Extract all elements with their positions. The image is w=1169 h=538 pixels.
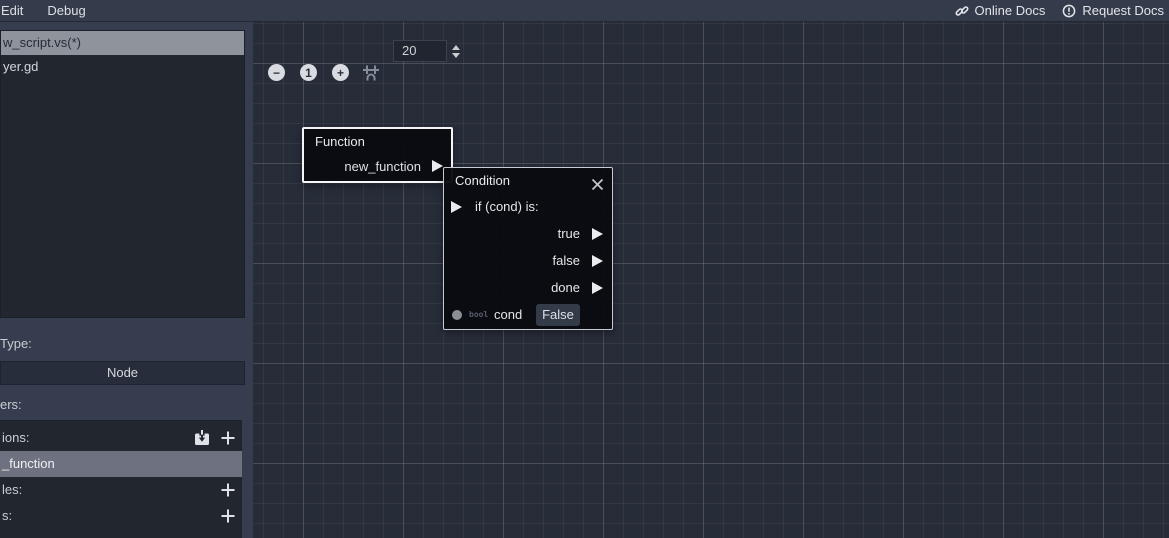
functions-actions (194, 425, 236, 451)
signals-actions (220, 503, 236, 529)
zoom-reset-button[interactable]: 1 (300, 64, 317, 81)
snap-value-input[interactable]: 20 (393, 40, 447, 62)
sidebar: w_script.vs(*) yer.gd Type: Node ers: io… (0, 22, 253, 538)
functions-label: ions: (2, 430, 30, 445)
online-docs-label: Online Docs (974, 2, 1046, 18)
tree-row-new-function[interactable]: _function (0, 451, 242, 477)
condition-node-header: Condition (444, 168, 612, 193)
add-function-icon[interactable] (220, 430, 236, 446)
menubar: Edit Debug Online Docs Request Docs (0, 0, 1169, 22)
menu-edit[interactable]: Edit (0, 0, 35, 22)
link-icon (954, 3, 970, 19)
members-tree: ions: _function les: s: (0, 420, 242, 538)
request-docs-button[interactable]: Request Docs (1061, 0, 1164, 22)
script-item-active[interactable]: w_script.vs(*) (1, 31, 244, 55)
spin-down-icon[interactable] (452, 52, 460, 58)
sequence-wire (441, 163, 453, 206)
input-name-label: cond (494, 307, 523, 322)
base-type-label: Type: (0, 336, 32, 351)
script-list: w_script.vs(*) yer.gd (0, 30, 245, 318)
condition-node[interactable]: Condition if (cond) is: true false done … (443, 167, 613, 330)
visual-script-editor: Edit Debug Online Docs Request Docs w_sc… (0, 0, 1169, 538)
menu-right: Online Docs Request Docs (954, 0, 1169, 22)
sequence-out-port[interactable] (592, 227, 603, 240)
function-output-label: new_function (344, 158, 421, 174)
variables-actions (220, 477, 236, 503)
graph-toolbar: − 1 + 20 (253, 22, 1169, 81)
zoom-out-button[interactable]: − (268, 64, 285, 81)
condition-seq-in-row: if (cond) is: (444, 193, 612, 220)
spin-up-icon[interactable] (452, 44, 460, 50)
tree-row-functions[interactable]: ions: (0, 425, 242, 451)
out-true-label: true (557, 226, 580, 241)
tree-row-variables[interactable]: les: (0, 477, 242, 503)
condition-out-false-row: false (444, 247, 612, 274)
add-variable-icon[interactable] (220, 482, 236, 498)
menu-debug[interactable]: Debug (35, 0, 97, 22)
bool-type-icon: bool (469, 310, 489, 319)
zoom-in-button[interactable]: + (332, 64, 349, 81)
online-docs-button[interactable]: Online Docs (954, 0, 1046, 22)
condition-out-true-row: true (444, 220, 612, 247)
function-name-label: _function (2, 456, 55, 471)
request-docs-label: Request Docs (1082, 2, 1164, 18)
out-done-label: done (551, 280, 580, 295)
sequence-in-port[interactable] (451, 201, 462, 213)
snap-grid-icon[interactable] (362, 64, 380, 82)
condition-seq-in-label: if (cond) is: (475, 199, 539, 214)
condition-out-done-row: done (444, 274, 612, 301)
spin-arrows-icon[interactable] (451, 43, 461, 59)
script-item[interactable]: yer.gd (1, 55, 244, 79)
add-signal-icon[interactable] (220, 508, 236, 524)
condition-node-title: Condition (455, 173, 510, 188)
graph-canvas[interactable]: − 1 + 20 Function new_function Condition… (253, 22, 1169, 538)
override-icon[interactable] (194, 430, 210, 446)
menu-left: Edit Debug (0, 0, 98, 22)
function-node-title: Function (315, 134, 365, 149)
sequence-out-port[interactable] (592, 254, 603, 267)
signals-label: s: (2, 508, 13, 523)
variables-label: les: (2, 482, 23, 497)
sequence-out-port[interactable] (432, 160, 443, 172)
function-output-row: new_function (304, 155, 451, 177)
data-in-port[interactable] (452, 310, 462, 320)
report-icon (1061, 3, 1077, 19)
base-type-button[interactable]: Node (0, 361, 245, 385)
condition-input-row: bool cond False (444, 301, 612, 328)
input-default-value-button[interactable]: False (536, 304, 580, 326)
function-node[interactable]: Function new_function (302, 127, 453, 183)
tree-row-signals[interactable]: s: (0, 503, 242, 529)
sequence-out-port[interactable] (592, 281, 603, 294)
out-false-label: false (552, 253, 580, 268)
members-label: ers: (0, 397, 22, 412)
close-icon[interactable] (591, 174, 604, 191)
